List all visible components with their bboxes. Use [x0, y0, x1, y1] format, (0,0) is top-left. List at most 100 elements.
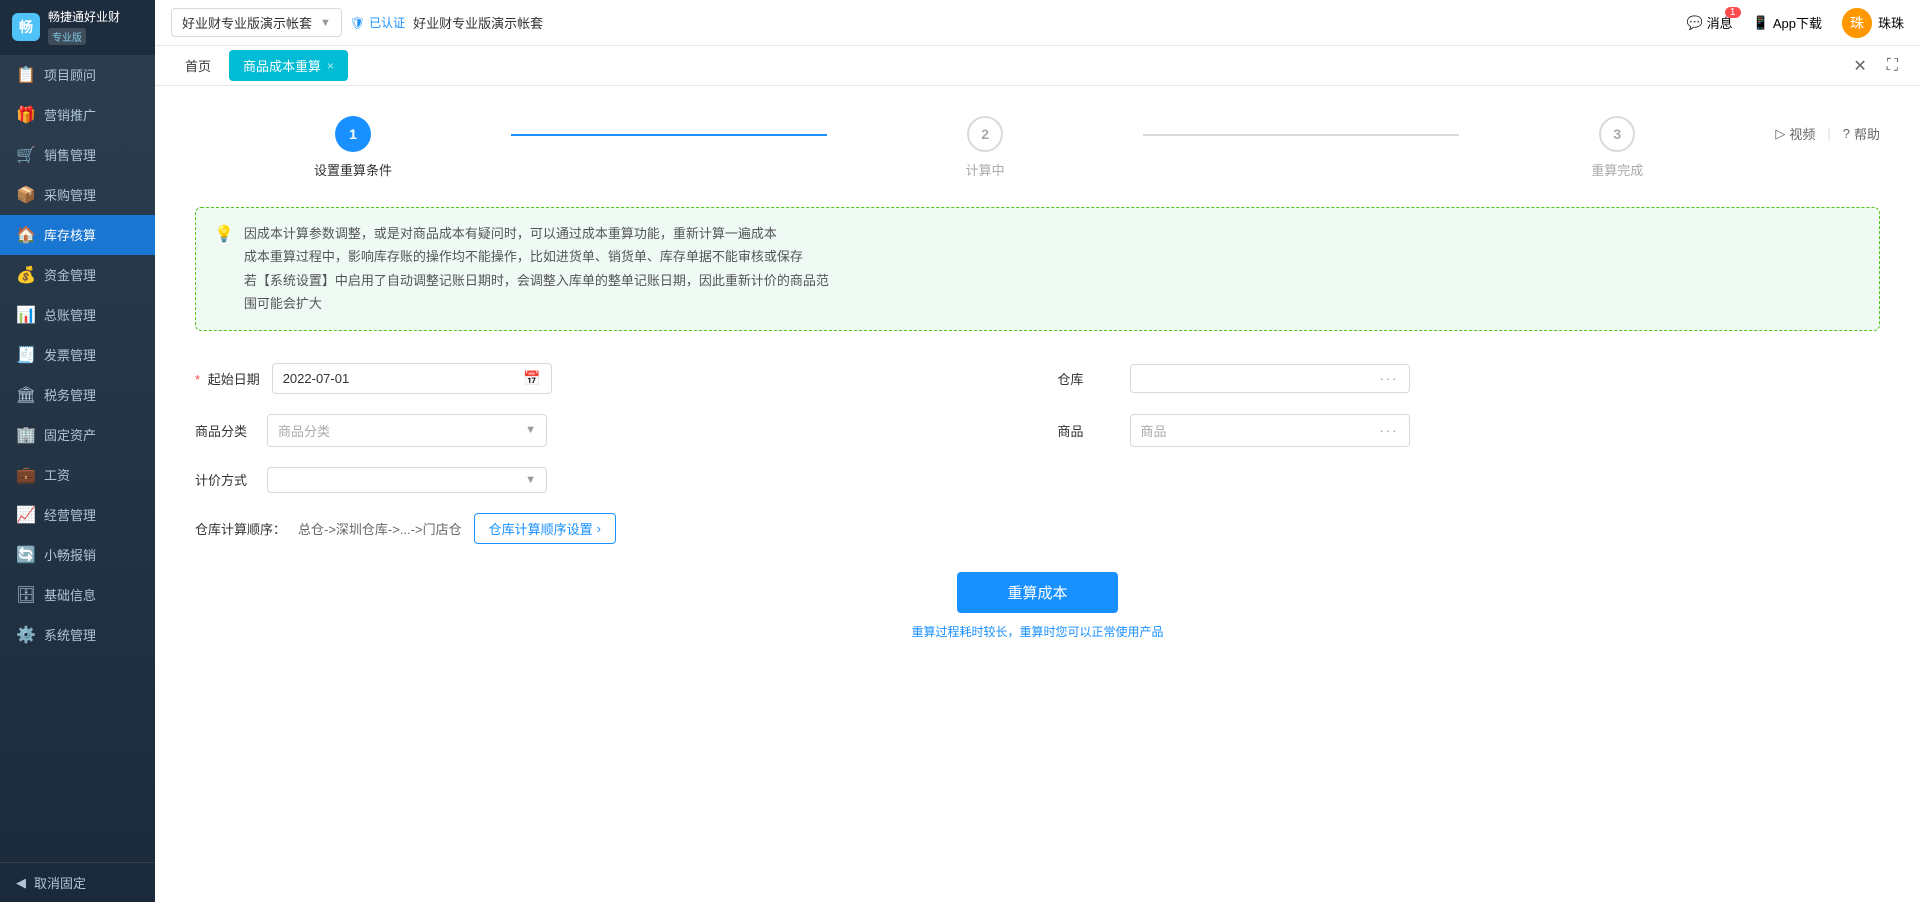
basic-icon: 🗄	[16, 585, 36, 605]
question-icon: ?	[1843, 126, 1850, 141]
goods-more-icon: ···	[1380, 423, 1399, 438]
account-selector[interactable]: 好业财专业版演示帐套 ▼	[171, 8, 342, 37]
start-date-field: * 起始日期 2022-07-01 📅	[195, 363, 1018, 394]
app-download-label: App下载	[1773, 13, 1822, 32]
sidebar-item-purchase[interactable]: 📦 采购管理	[0, 175, 155, 215]
warehouse-btn-label: 仓库计算顺序设置	[489, 519, 593, 538]
info-line-4: 围可能会扩大	[244, 292, 829, 315]
app-name: 畅捷通好业财	[48, 10, 120, 26]
warehouse-field: 仓库 ···	[1058, 364, 1881, 393]
tab-cost-recalc[interactable]: 商品成本重算 ×	[229, 50, 348, 81]
purchase-icon: 📦	[16, 185, 36, 205]
category-placeholder: 商品分类	[278, 421, 330, 440]
sidebar-item-label-project: 项目顾问	[44, 65, 96, 84]
expand-btn[interactable]: ⛶	[1881, 54, 1904, 78]
sidebar-item-system[interactable]: ⚙️ 系统管理	[0, 615, 155, 655]
avatar: 珠	[1842, 8, 1872, 38]
sidebar-item-label-tax: 税务管理	[44, 385, 96, 404]
content-area: 1 设置重算条件 2 计算中 3	[155, 86, 1920, 902]
tab-home[interactable]: 首页	[171, 50, 225, 81]
step-2-circle: 2	[967, 116, 1003, 152]
tab-home-label: 首页	[185, 56, 211, 75]
warehouse-label: 仓库	[1058, 369, 1118, 388]
sidebar-item-finance[interactable]: 💰 资金管理	[0, 255, 155, 295]
info-text: 因成本计算参数调整，或是对商品成本有疑问时，可以通过成本重算功能，重新计算一遍成…	[244, 222, 829, 316]
video-btn[interactable]: ▷ 视频	[1775, 124, 1815, 143]
warehouse-order-row: 仓库计算顺序： 总仓->深圳仓库->...->门店仓 仓库计算顺序设置 ›	[195, 513, 1880, 544]
info-line-2: 成本重算过程中，影响库存账的操作均不能操作，比如进货单、销货单、库存单据不能审核…	[244, 245, 829, 268]
sidebar-item-label-expense: 小畅报销	[44, 545, 96, 564]
pricing-select[interactable]: ▼	[267, 467, 547, 493]
svg-text:珠: 珠	[1850, 15, 1864, 31]
step-3-num: 3	[1613, 126, 1621, 142]
video-label: 视频	[1789, 124, 1815, 143]
sidebar-item-label-salary: 工资	[44, 465, 70, 484]
app-download-btn[interactable]: 📱 App下载	[1753, 13, 1822, 32]
sidebar-item-salary[interactable]: 💼 工资	[0, 455, 155, 495]
sidebar-nav: 📋 项目顾问 🎁 营销推广 🛒 销售管理 📦 采购管理 🏠 库存核算 💰 资金管…	[0, 55, 155, 655]
goods-input[interactable]: 商品 ···	[1130, 414, 1410, 447]
tabbar: 首页 商品成本重算 × ✕ ⛶	[155, 46, 1920, 86]
sales-icon: 🛒	[16, 145, 36, 165]
message-icon: 💬	[1686, 15, 1702, 31]
tab-close-icon[interactable]: ×	[327, 59, 334, 73]
sidebar-item-label-invoice: 发票管理	[44, 345, 96, 364]
logo-icon: 畅	[12, 13, 40, 41]
chevron-down-icon: ▼	[320, 17, 331, 29]
sidebar-item-assets[interactable]: 🏢 固定资产	[0, 415, 155, 455]
category-select[interactable]: 商品分类 ▼	[267, 414, 547, 447]
step-1-num: 1	[349, 126, 357, 142]
sidebar-item-accounting[interactable]: 📊 总账管理	[0, 295, 155, 335]
sidebar-item-project[interactable]: 📋 项目顾问	[0, 55, 155, 95]
info-line-3: 若【系统设置】中启用了自动调整记账日期时，会调整入库单的整单记账日期，因此重新计…	[244, 269, 829, 292]
message-btn[interactable]: 💬 消息 1	[1686, 13, 1732, 32]
submit-btn[interactable]: 重算成本	[957, 572, 1117, 613]
inventory-icon: 🏠	[16, 225, 36, 245]
sidebar-unpin[interactable]: ◀ 取消固定	[0, 863, 155, 902]
sidebar-item-tax[interactable]: 🏛 税务管理	[0, 375, 155, 415]
sidebar-item-inventory[interactable]: 🏠 库存核算	[0, 215, 155, 255]
shield-icon: 🛡	[350, 16, 365, 30]
message-badge: 1	[1725, 7, 1741, 18]
warehouse-order-value: 总仓->深圳仓库->...->门店仓	[298, 519, 462, 538]
sidebar-item-invoice[interactable]: 🧾 发票管理	[0, 335, 155, 375]
goods-label: 商品	[1058, 421, 1118, 440]
submit-hint: 重算过程耗时较长，重算时您可以正常使用产品	[195, 623, 1880, 640]
category-label: 商品分类	[195, 421, 255, 440]
category-chevron-icon: ▼	[525, 424, 536, 436]
sidebar-item-sales[interactable]: 🛒 销售管理	[0, 135, 155, 175]
warehouse-input[interactable]: ···	[1130, 364, 1410, 393]
sidebar-item-ops[interactable]: 📈 经营管理	[0, 495, 155, 535]
goods-field: 商品 商品 ···	[1058, 414, 1881, 447]
step-2-num: 2	[981, 126, 989, 142]
warehouse-order-btn[interactable]: 仓库计算顺序设置 ›	[474, 513, 616, 544]
step-line-1	[511, 134, 827, 136]
finance-icon: 💰	[16, 265, 36, 285]
divider: |	[1827, 126, 1830, 141]
stepper-container: 1 设置重算条件 2 计算中 3	[195, 116, 1880, 179]
sidebar-item-label-accounting: 总账管理	[44, 305, 96, 324]
ops-icon: 📈	[16, 505, 36, 525]
step-2: 2 计算中	[827, 116, 1143, 179]
sidebar-item-label-system: 系统管理	[44, 625, 96, 644]
stepper: 1 设置重算条件 2 计算中 3	[195, 116, 1775, 179]
sidebar-item-label-purchase: 采购管理	[44, 185, 96, 204]
system-icon: ⚙️	[16, 625, 36, 645]
start-date-input[interactable]: 2022-07-01 📅	[272, 363, 552, 394]
close-window-btn[interactable]: ✕	[1847, 54, 1872, 78]
sidebar-item-marketing[interactable]: 🎁 营销推广	[0, 95, 155, 135]
goods-placeholder: 商品	[1141, 421, 1167, 440]
help-label: 帮助	[1854, 124, 1880, 143]
sidebar-item-expense[interactable]: 🔄 小畅报销	[0, 535, 155, 575]
help-btn[interactable]: ? 帮助	[1843, 124, 1880, 143]
accounting-icon: 📊	[16, 305, 36, 325]
info-line-1: 因成本计算参数调整，或是对商品成本有疑问时，可以通过成本重算功能，重新计算一遍成…	[244, 222, 829, 245]
sidebar-item-label-marketing: 营销推广	[44, 105, 96, 124]
start-date-label: * 起始日期	[195, 369, 260, 388]
user-menu[interactable]: 珠 珠珠	[1842, 8, 1904, 38]
form-row-3: 计价方式 ▼	[195, 467, 1880, 493]
category-field: 商品分类 商品分类 ▼	[195, 414, 1018, 447]
sidebar-item-basic[interactable]: 🗄 基础信息	[0, 575, 155, 615]
pricing-field: 计价方式 ▼	[195, 467, 1018, 493]
unpin-icon: ◀	[16, 875, 26, 891]
